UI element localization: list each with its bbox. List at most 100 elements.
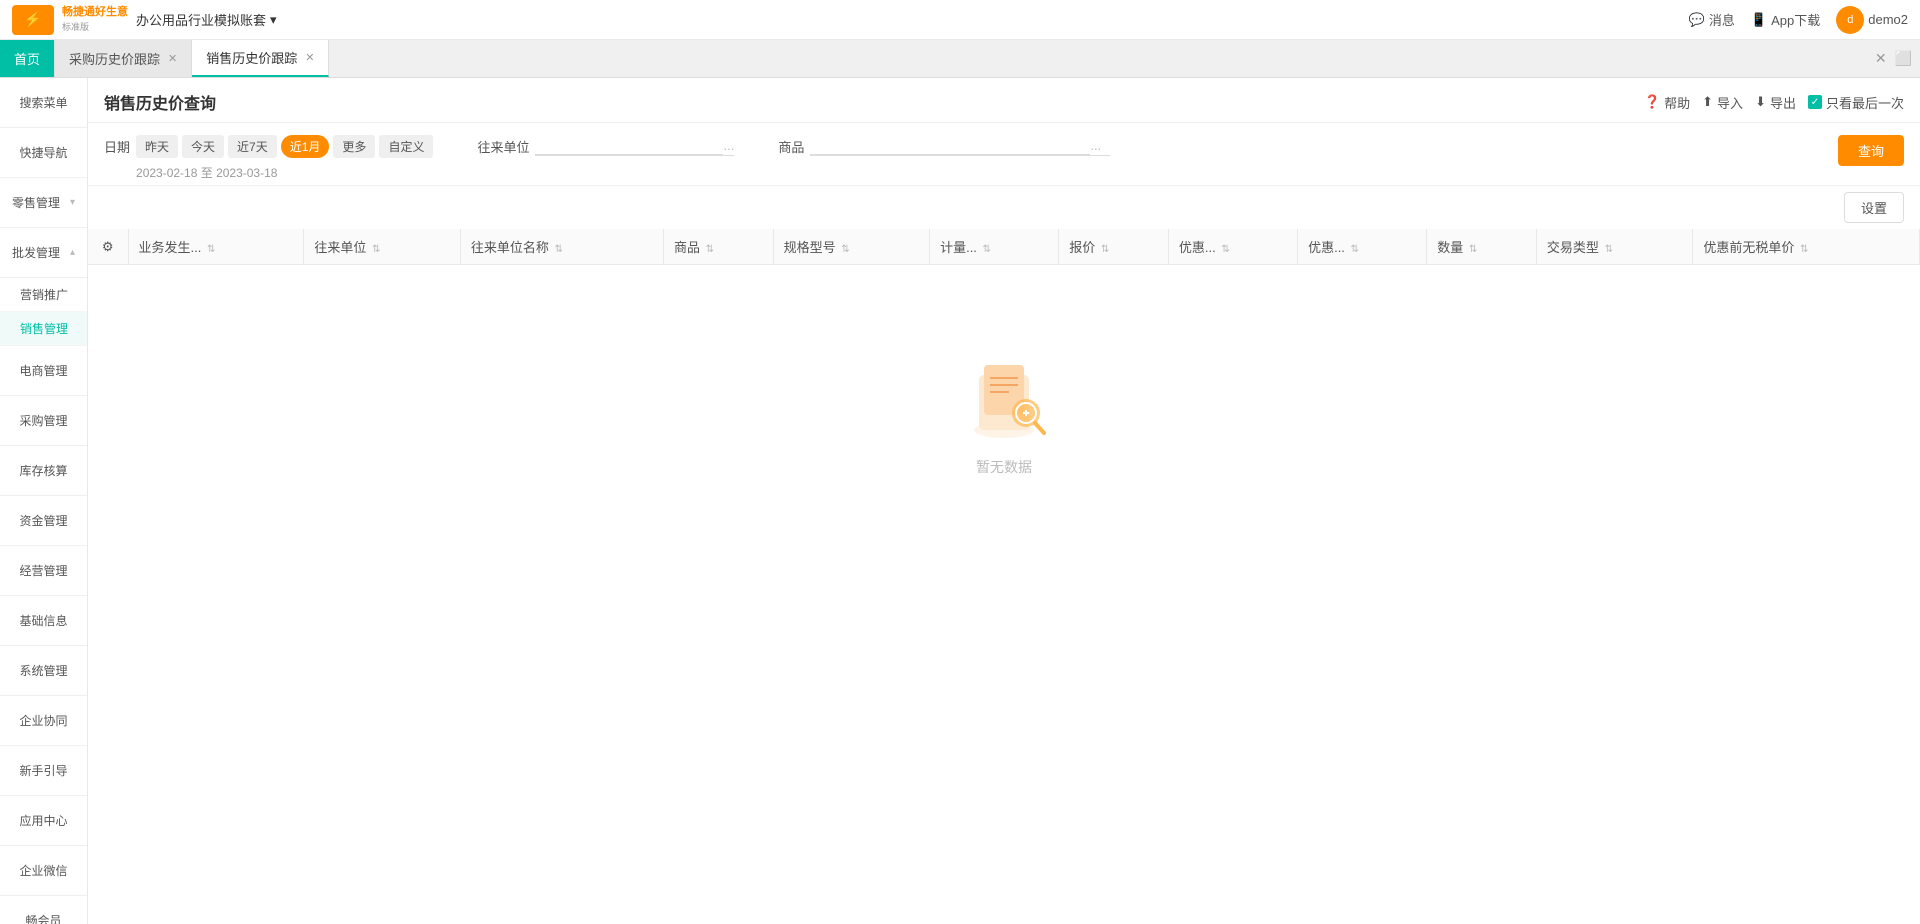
col-gear: ⚙ <box>88 229 128 265</box>
product-label: 商品 <box>778 135 804 156</box>
topbar-left: ⚡ 畅捷通好生意 标准版 办公用品行业模拟账套 ▾ <box>12 5 277 35</box>
content: 销售历史价查询 ❓ 帮助 ⬆ 导入 ⬇ 导出 ✓ <box>88 78 1920 924</box>
username-label: demo2 <box>1868 12 1908 27</box>
export-label: 导出 <box>1770 93 1796 112</box>
col-discount2-sort-icon: ⇅ <box>1351 244 1359 255</box>
col-trade-type[interactable]: 交易类型 ⇅ <box>1536 229 1692 265</box>
export-button[interactable]: ⬇ 导出 <box>1755 93 1796 112</box>
maximize-window-icon[interactable]: ⬜ <box>1895 50 1912 67</box>
sidebar-item-marketing[interactable]: 营销推广 <box>0 278 87 312</box>
product-dots-icon[interactable]: ... <box>1090 138 1101 153</box>
purchase-mgmt-label: 采购管理 <box>19 412 67 429</box>
workspace-selector[interactable]: 办公用品行业模拟账套 ▾ <box>136 10 277 29</box>
help-icon: ❓ <box>1644 94 1660 110</box>
close-window-icon[interactable]: ✕ <box>1875 50 1887 67</box>
message-action[interactable]: 💬 消息 <box>1689 10 1735 29</box>
topbar-right: 💬 消息 📱 App下载 d demo2 <box>1689 6 1908 34</box>
col-spec-sort-icon: ⇅ <box>841 244 849 255</box>
settings-button[interactable]: 设置 <box>1844 192 1904 223</box>
partner-filter-section: 往来单位 ... <box>477 135 734 156</box>
sidebar-item-wholesale-mgmt[interactable]: 批发管理 ▴ <box>0 228 87 278</box>
col-biz-date[interactable]: 业务发生... ⇅ <box>128 229 304 265</box>
tab-purchase-history[interactable]: 采购历史价跟踪 ✕ <box>55 40 192 77</box>
col-discount1-label: 优惠... <box>1179 240 1216 255</box>
sidebar-item-finance-mgmt[interactable]: 资金管理 <box>0 496 87 546</box>
sidebar-item-system-mgmt[interactable]: 系统管理 <box>0 646 87 696</box>
sidebar-item-enterprise-collab[interactable]: 企业协同 <box>0 696 87 746</box>
quick-nav-label: 快捷导航 <box>19 144 67 161</box>
sidebar-item-purchase-mgmt[interactable]: 采购管理 <box>0 396 87 446</box>
app-download-action[interactable]: 📱 App下载 <box>1751 10 1820 29</box>
col-unit-sort-icon: ⇅ <box>983 244 991 255</box>
partner-input[interactable] <box>535 135 723 155</box>
enterprise-wechat-label: 企业微信 <box>19 862 67 879</box>
sidebar-item-enterprise-wechat[interactable]: 企业微信 <box>0 846 87 896</box>
col-discount2[interactable]: 优惠... ⇅ <box>1298 229 1427 265</box>
sidebar-item-membership[interactable]: 畅会员 <box>0 896 87 924</box>
sidebar-item-inventory[interactable]: 库存核算 <box>0 446 87 496</box>
sidebar-item-basic-info[interactable]: 基础信息 <box>0 596 87 646</box>
sidebar-item-app-center[interactable]: 应用中心 <box>0 796 87 846</box>
col-discount1[interactable]: 优惠... ⇅ <box>1168 229 1297 265</box>
date-btn-7days[interactable]: 近7天 <box>228 135 277 158</box>
sidebar-item-new-guide[interactable]: 新手引导 <box>0 746 87 796</box>
date-btn-today[interactable]: 今天 <box>182 135 224 158</box>
col-pre-discount-price[interactable]: 优惠前无税单价 ⇅ <box>1693 229 1920 265</box>
sidebar-item-ecommerce-mgmt[interactable]: 电商管理 <box>0 346 87 396</box>
filter-row: 日期 昨天 今天 近7天 近1月 更多 自定义 2023-02-18 至 202… <box>88 123 1920 186</box>
date-btn-yesterday[interactable]: 昨天 <box>136 135 178 158</box>
search-menu-label: 搜索菜单 <box>19 94 67 111</box>
only-last-checkbox[interactable]: ✓ 只看最后一次 <box>1808 93 1904 112</box>
sidebar-item-operation-mgmt[interactable]: 经营管理 <box>0 546 87 596</box>
col-unit[interactable]: 计量... ⇅ <box>930 229 1059 265</box>
col-trade-type-sort-icon: ⇅ <box>1605 244 1613 255</box>
retail-mgmt-label: 零售管理 <box>12 194 60 211</box>
col-product-sort-icon: ⇅ <box>706 244 714 255</box>
import-button[interactable]: ⬆ 导入 <box>1702 93 1743 112</box>
empty-state-text: 暂无数据 <box>976 457 1032 477</box>
col-quantity[interactable]: 数量 ⇅ <box>1427 229 1537 265</box>
gear-icon[interactable]: ⚙ <box>102 239 114 254</box>
tab-purchase-history-close-icon[interactable]: ✕ <box>168 52 177 65</box>
col-quantity-label: 数量 <box>1437 240 1463 255</box>
tab-home[interactable]: 首页 <box>0 40 55 77</box>
col-partner-code[interactable]: 往来单位 ⇅ <box>304 229 460 265</box>
tab-sales-history-close-icon[interactable]: ✕ <box>305 51 314 64</box>
tab-home-label: 首页 <box>14 49 40 68</box>
help-button[interactable]: ❓ 帮助 <box>1644 93 1690 112</box>
sidebar-item-retail-mgmt[interactable]: 零售管理 ▾ <box>0 178 87 228</box>
col-product-label: 商品 <box>674 240 700 255</box>
col-biz-date-sort-icon: ⇅ <box>207 244 215 255</box>
brand-logo: ⚡ <box>12 5 54 35</box>
col-product[interactable]: 商品 ⇅ <box>663 229 773 265</box>
export-icon: ⬇ <box>1755 94 1766 110</box>
user-action[interactable]: d demo2 <box>1836 6 1908 34</box>
col-spec[interactable]: 规格型号 ⇅ <box>773 229 929 265</box>
date-btn-1month[interactable]: 近1月 <box>281 135 330 158</box>
product-input[interactable] <box>810 135 1090 155</box>
table-header-row: ⚙ 业务发生... ⇅ 往来单位 ⇅ 往来单位名称 <box>88 229 1920 265</box>
workspace-name: 办公用品行业模拟账套 <box>136 10 266 29</box>
col-partner-name[interactable]: 往来单位名称 ⇅ <box>460 229 663 265</box>
enterprise-collab-label: 企业协同 <box>19 712 67 729</box>
sidebar-item-sales-mgmt[interactable]: 销售管理 <box>0 312 87 346</box>
date-btn-custom[interactable]: 自定义 <box>379 135 433 158</box>
sidebar-item-quick-nav[interactable]: 快捷导航 <box>0 128 87 178</box>
query-button[interactable]: 查询 <box>1838 135 1904 166</box>
col-pre-discount-price-label: 优惠前无税单价 <box>1703 240 1794 255</box>
page-title: 销售历史价查询 <box>104 90 216 114</box>
col-partner-code-label: 往来单位 <box>314 240 366 255</box>
date-range-display: 2023-02-18 至 2023-03-18 <box>136 164 433 181</box>
tabbar: 首页 采购历史价跟踪 ✕ 销售历史价跟踪 ✕ ✕ ⬜ <box>0 40 1920 78</box>
date-filter-section: 日期 昨天 今天 近7天 近1月 更多 自定义 2023-02-18 至 202… <box>104 135 433 181</box>
date-btn-more[interactable]: 更多 <box>333 135 375 158</box>
col-biz-date-label: 业务发生... <box>139 240 202 255</box>
product-input-wrapper: ... <box>810 135 1110 156</box>
partner-dots-icon[interactable]: ... <box>723 138 734 153</box>
col-quote[interactable]: 报价 ⇅ <box>1059 229 1169 265</box>
tab-sales-history[interactable]: 销售历史价跟踪 ✕ <box>192 40 329 77</box>
empty-state-icon <box>954 345 1054 445</box>
sidebar-item-search-menu[interactable]: 搜索菜单 <box>0 78 87 128</box>
page-header: 销售历史价查询 ❓ 帮助 ⬆ 导入 ⬇ 导出 ✓ <box>88 78 1920 123</box>
inventory-label: 库存核算 <box>19 462 67 479</box>
